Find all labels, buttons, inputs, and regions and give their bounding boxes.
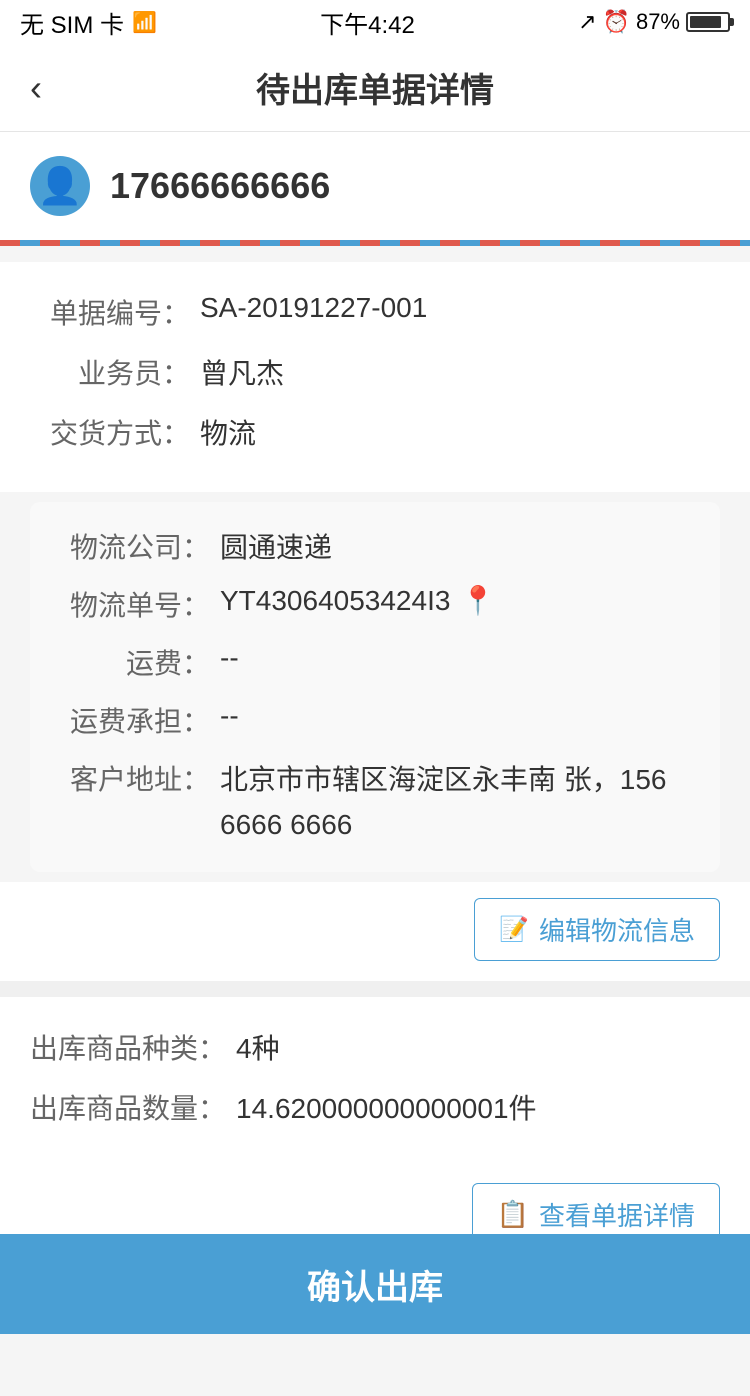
avatar: 👤 — [30, 156, 90, 216]
freight-label: 运费： — [50, 642, 210, 682]
goods-section: 出库商品种类： 4种 出库商品数量： 14.620000000000001件 — [0, 997, 750, 1167]
document-no-row: 单据编号： SA-20191227-001 — [30, 292, 720, 332]
battery-percent: 87% — [636, 9, 680, 35]
battery-icon — [686, 12, 730, 32]
logistics-company-value: 圆通速递 — [220, 526, 700, 566]
status-bar: 无 SIM 卡 📶 下午4:42 ↗ ⏰ 87% — [0, 0, 750, 44]
location-pin-icon[interactable]: 📍 — [460, 584, 495, 617]
address-label: 客户地址： — [50, 758, 210, 798]
order-info-section: 单据编号： SA-20191227-001 业务员： 曾凡杰 交货方式： 物流 — [0, 262, 750, 492]
address-value: 北京市市辖区海淀区永丰南 张，156 6666 6666 — [220, 758, 700, 848]
status-left: 无 SIM 卡 📶 — [20, 5, 157, 40]
confirm-outbound-button[interactable]: 确认出库 — [0, 1234, 750, 1334]
delivery-row: 交货方式： 物流 — [30, 412, 720, 452]
location-icon: ↗ — [578, 9, 596, 35]
status-right: ↗ ⏰ 87% — [578, 9, 730, 35]
carrier-label: 无 SIM 卡 — [20, 5, 124, 40]
freight-bear-label: 运费承担： — [50, 700, 210, 740]
goods-types-label: 出库商品种类： — [30, 1027, 226, 1067]
document-no-value: SA-20191227-001 — [200, 292, 720, 324]
user-section: 👤 17666666666 — [0, 132, 750, 240]
tracking-row: 物流单号： YT43064053424I3 📍 — [50, 584, 700, 624]
edit-icon: 📝 — [499, 915, 529, 944]
document-no-label: 单据编号： — [30, 292, 190, 332]
logistics-card: 物流公司： 圆通速递 物流单号： YT43064053424I3 📍 运费： -… — [30, 502, 720, 872]
section-divider — [0, 981, 750, 997]
goods-quantity-row: 出库商品数量： 14.620000000000001件 — [30, 1087, 720, 1127]
dashed-divider — [0, 240, 750, 246]
goods-types-row: 出库商品种类： 4种 — [30, 1027, 720, 1067]
wifi-icon: 📶 — [132, 10, 157, 35]
delivery-value: 物流 — [200, 412, 720, 452]
salesman-label: 业务员： — [30, 352, 190, 392]
address-row: 客户地址： 北京市市辖区海淀区永丰南 张，156 6666 6666 — [50, 758, 700, 848]
tracking-label: 物流单号： — [50, 584, 210, 624]
freight-value: -- — [220, 642, 700, 674]
avatar-icon: 👤 — [38, 165, 83, 207]
edit-logistics-button[interactable]: 📝 编辑物流信息 — [474, 898, 720, 961]
battery-fill — [690, 16, 721, 28]
freight-bear-value: -- — [220, 700, 700, 732]
edit-btn-container: 📝 编辑物流信息 — [0, 882, 750, 981]
tracking-value: YT43064053424I3 📍 — [220, 584, 700, 617]
status-time: 下午4:42 — [320, 5, 415, 40]
freight-row: 运费： -- — [50, 642, 700, 682]
back-button[interactable]: ‹ — [30, 67, 42, 109]
salesman-row: 业务员： 曾凡杰 — [30, 352, 720, 392]
goods-types-value: 4种 — [236, 1027, 720, 1067]
page-title: 待出库单据详情 — [256, 63, 494, 112]
logistics-company-label: 物流公司： — [50, 526, 210, 566]
goods-quantity-value: 14.620000000000001件 — [236, 1087, 720, 1127]
goods-quantity-label: 出库商品数量： — [30, 1087, 226, 1127]
delivery-label: 交货方式： — [30, 412, 190, 452]
salesman-value: 曾凡杰 — [200, 352, 720, 392]
logistics-company-row: 物流公司： 圆通速递 — [50, 526, 700, 566]
freight-bear-row: 运费承担： -- — [50, 700, 700, 740]
list-icon: 📋 — [497, 1199, 529, 1230]
alarm-icon: ⏰ — [603, 9, 630, 35]
phone-number: 17666666666 — [110, 165, 330, 207]
nav-bar: ‹ 待出库单据详情 — [0, 44, 750, 132]
